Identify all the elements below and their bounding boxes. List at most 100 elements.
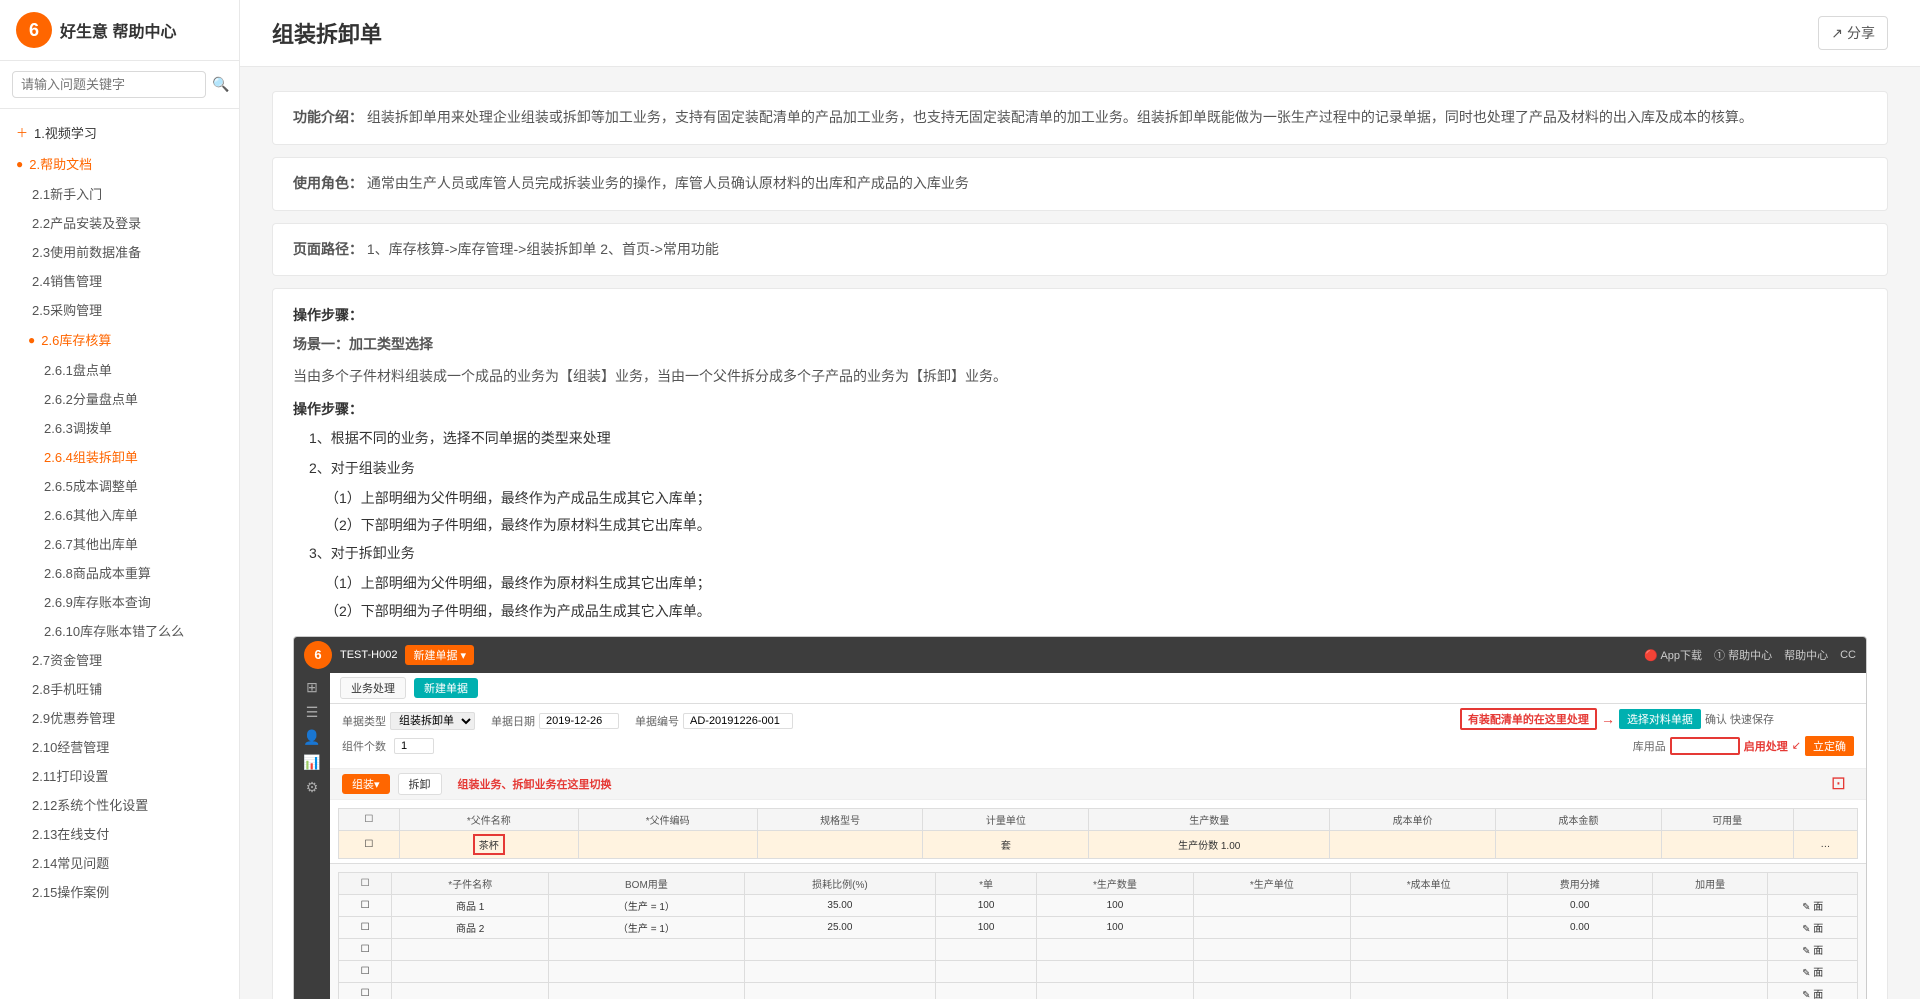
sidebar-group-videos-label: 1.视频学习 [34,123,97,142]
sc-child-col-code: BOM用量 [549,872,745,894]
collapse-icon: ● [16,157,23,171]
sidebar-header: 6 好生意 帮助中心 [0,0,239,61]
sidebar-item-cases[interactable]: 2.15操作案例 [0,877,239,906]
sidebar-item-stocktake[interactable]: 2.6.1盘点单 [0,355,239,384]
sidebar-group-docs-label: 2.帮助文档 [29,154,92,173]
sc-cell-cost-amt [1495,830,1661,858]
sidebar-group-docs[interactable]: ● 2.帮助文档 [0,148,239,179]
sc-col-qty: 计量单位 [923,808,1089,830]
sidebar-item-finance[interactable]: 2.7资金管理 [0,645,239,674]
sidebar-item-purchase[interactable]: 2.5采购管理 [0,295,239,324]
feature-intro-box: 功能介绍： 组装拆卸单用来处理企业组装或拆卸等加工业务，支持有固定装配清单的产品… [272,91,1888,145]
sc-label-date: 单据日期 [491,713,535,729]
sc-icon-home: ⊞ [306,679,318,696]
sc-child-col-unit: *单 [936,872,1037,894]
sidebar-item-split-stocktake[interactable]: 2.6.2分量盘点单 [0,384,239,413]
sidebar-item-install[interactable]: 2.2产品安装及登录 [0,208,239,237]
path-box: 页面路径： 1、库存核算->库存管理->组装拆卸单 2、首页->常用功能 [272,223,1888,277]
sc-app-id: TEST-H002 [340,649,397,661]
sc-cell-check[interactable]: ☐ [339,830,400,858]
sc-bom-btn[interactable]: 选择对料单据 [1619,709,1701,729]
sc-save-btn[interactable]: 确认 快速保存 [1705,711,1774,727]
sidebar-item-cost-recalc[interactable]: 2.6.8商品成本重算 [0,558,239,587]
sidebar-item-print[interactable]: 2.11打印设置 [0,761,239,790]
sidebar-item-inventory-ledger[interactable]: 2.6.9库存账本查询 [0,587,239,616]
sc-label-count: 组件个数 [342,738,386,754]
sc-date-input[interactable] [539,713,619,729]
sidebar-group-videos[interactable]: ＋ 1.视频学习 [0,117,239,148]
sidebar-item-mobile[interactable]: 2.8手机旺铺 [0,674,239,703]
sc-cell-row-ops[interactable]: … [1793,830,1857,858]
sc-cell-prod-qty: 生产份数 1.00 [1089,830,1330,858]
sidebar-item-customization[interactable]: 2.12系统个性化设置 [0,790,239,819]
sc-col-avail: 可用量 [1661,808,1793,830]
role-box: 使用角色： 通常由生产人员或库管人员完成拆装业务的操作，库管人员确认原材料的出库… [272,157,1888,211]
search-input[interactable] [12,71,206,98]
step3-1: （1）上部明细为父件明细，最终作为原材料生成其它出库单； [325,572,1867,596]
sidebar-item-data-prep[interactable]: 2.3使用前数据准备 [0,237,239,266]
sc-col-num: *父件名称 [399,808,578,830]
path-text: 1、库存核算->库存管理->组装拆卸单 2、首页->常用功能 [367,241,719,257]
sc-store-input[interactable] [1670,737,1740,755]
sc-child-col-name: *子件名称 [392,872,549,894]
sc-tab-new[interactable]: 新建单据 [414,678,478,698]
sc-type-assembly[interactable]: 组装▾ [342,774,390,794]
sc-nav-contact: 帮助中心 [1784,647,1828,663]
sc-child-col-avail: 费用分摊 [1507,872,1652,894]
feature-intro-text: 组装拆卸单用来处理企业组装或拆卸等加工业务，支持有固定装配清单的产品加工业务，也… [367,109,1753,125]
sc-tab-list[interactable]: 业务处理 [340,677,406,699]
sidebar-item-ledger-error[interactable]: 2.6.10库存账本错了么么 [0,616,239,645]
sc-no-input[interactable] [683,713,793,729]
sidebar-item-inventory[interactable]: ● 2.6库存核算 [0,324,239,355]
sc-child-row-1: ☐商品 1（生产 = 1）35.001001000.00✎ 面 [339,894,1858,916]
sc-col-check: ☐ [339,808,400,830]
role-label: 使用角色： [293,175,363,191]
sc-type-disassembly[interactable]: 拆卸 [398,773,442,795]
share-button[interactable]: ↗ 分享 [1818,16,1888,50]
sc-col-ops [1793,808,1857,830]
feature-intro-label: 功能介绍： [293,109,363,125]
sc-nav-user: CC [1840,649,1856,661]
sc-new-order-btn[interactable]: 新建单据 ▾ [405,645,474,665]
sidebar-item-other-out[interactable]: 2.6.7其他出库单 [0,529,239,558]
sc-count-input[interactable] [394,738,434,754]
steps-intro: 操作步骤： [293,399,1867,419]
sc-child-col-price: *生产单位 [1193,872,1350,894]
sc-cell-code [578,830,757,858]
share-icon: ↗ [1831,25,1843,42]
brand-name: 好生意 帮助中心 [60,18,176,42]
main-content: 功能介绍： 组装拆卸单用来处理企业组装或拆卸等加工业务，支持有固定装配清单的产品… [240,67,1920,999]
screenshot: 6 TEST-H002 新建单据 ▾ 🔴 App下载 ① 帮助中心 帮助中心 C… [293,636,1867,999]
sc-icon-user: 👤 [303,729,320,746]
sc-icon-list: ☰ [306,704,319,721]
sc-icon-settings: ⚙ [306,779,319,796]
sc-child-col-qty: *生产数量 [1037,872,1194,894]
search-icon[interactable]: 🔍 [212,76,229,93]
sc-cell-unit: 套 [923,830,1089,858]
sidebar-item-other-in[interactable]: 2.6.6其他入库单 [0,500,239,529]
sc-child-col-check: ☐ [339,872,392,894]
inventory-expand-icon: ● [28,333,35,347]
sc-nav-help: ① 帮助中心 [1714,647,1772,663]
sidebar-item-newbie[interactable]: 2.1新手入门 [0,179,239,208]
sc-cell-name[interactable]: 茶杯 [399,830,578,858]
sc-child-col-spec: 损耗比例(%) [744,872,935,894]
sidebar-item-cost-adj[interactable]: 2.6.5成本调整单 [0,471,239,500]
sidebar-item-sales[interactable]: 2.4销售管理 [0,266,239,295]
sidebar-item-faq[interactable]: 2.14常见问题 [0,848,239,877]
role-text: 通常由生产人员或库管人员完成拆装业务的操作，库管人员确认原材料的出库和产成品的入… [367,175,969,191]
sc-confirm-btn[interactable]: 立定确 [1805,736,1854,756]
annotation-input-name[interactable]: 茶杯 [473,834,505,855]
sidebar-item-coupon[interactable]: 2.9优惠券管理 [0,703,239,732]
logo-icon: 6 [16,12,52,48]
sidebar-item-payment[interactable]: 2.13在线支付 [0,819,239,848]
sc-col-amount: 成本单价 [1330,808,1496,830]
sidebar-item-assembly[interactable]: 2.6.4组装拆卸单 [0,442,239,471]
sc-col-cost: 成本金额 [1495,808,1661,830]
sc-select-type[interactable]: 组装拆卸单 [390,712,475,730]
sidebar-item-transfer[interactable]: 2.6.3调拨单 [0,413,239,442]
path-label: 页面路径： [293,241,363,257]
step1: 1、根据不同的业务，选择不同单据的类型来处理 [309,427,1867,451]
annotation-arrow1: → [1601,711,1615,727]
sidebar-item-ops[interactable]: 2.10经营管理 [0,732,239,761]
